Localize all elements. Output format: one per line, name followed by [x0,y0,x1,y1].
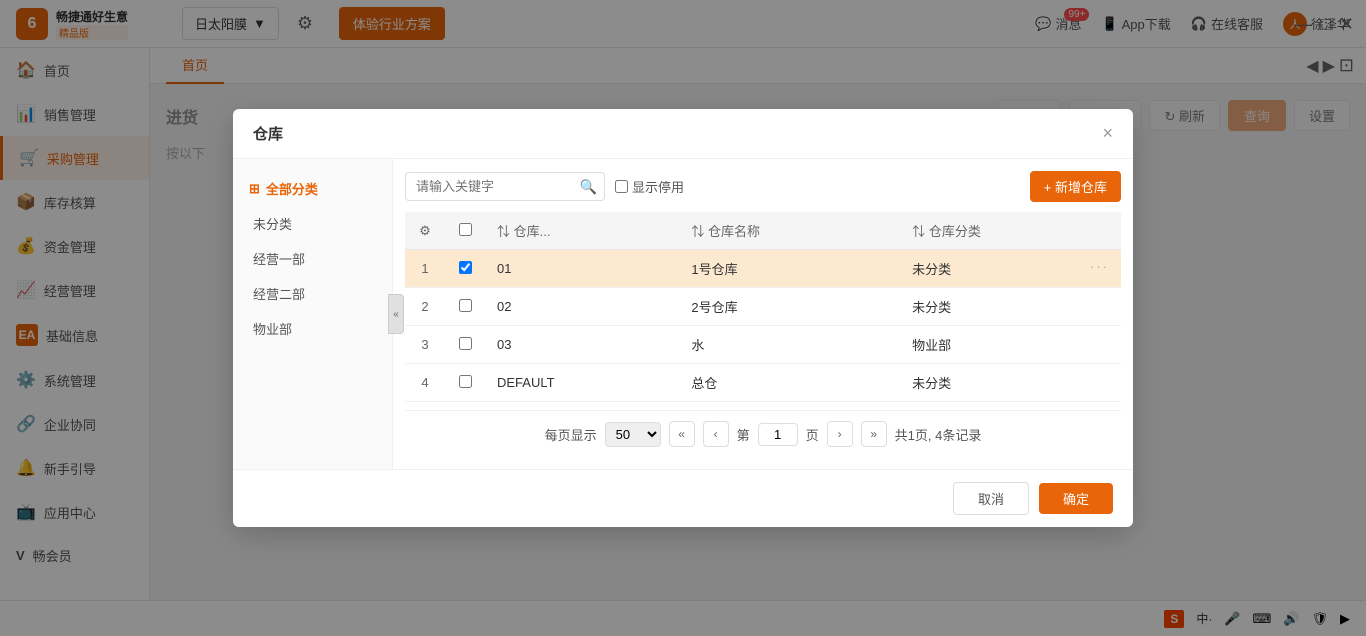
modal-overlay[interactable]: 仓库 × ⊞ 全部分类 未分类 经营一部 经营二部 物业部 « [0,0,1366,636]
warehouse-table: ⚙ ⇅ 仓库... ⇅ [405,212,1121,402]
row-name: 水 [679,326,900,364]
th-name: ⇅ 仓库名称 [679,212,900,250]
row-name: 2号仓库 [679,288,900,326]
search-input[interactable] [405,172,605,201]
collapse-arrow-icon: « [393,309,399,320]
all-categories-item[interactable]: ⊞ 全部分类 [233,171,392,206]
next-page-button[interactable]: › [827,421,853,447]
th-code: ⇅ 仓库... [485,212,679,250]
table-row[interactable]: 1 01 1号仓库 未分类··· [405,250,1121,288]
table-row[interactable]: 3 03 水 物业部 [405,326,1121,364]
search-icon[interactable]: 🔍 [580,178,597,195]
th-checkbox [445,212,485,250]
modal-header: 仓库 × [233,109,1133,159]
row-num: 3 [405,326,445,364]
sort-icon-category: ⇅ [912,224,925,239]
row-category: 物业部 [900,326,1121,364]
table-header: ⚙ ⇅ 仓库... ⇅ [405,212,1121,250]
add-warehouse-button[interactable]: + 新增仓库 [1030,171,1121,202]
gear-header-icon: ⚙ [419,223,431,238]
disabled-checkbox[interactable] [615,180,628,193]
search-wrap: 🔍 [405,172,605,201]
row-num: 4 [405,364,445,402]
row-code: 01 [485,250,679,288]
row-category: 未分类 [900,364,1121,402]
sort-icon-name: ⇅ [691,224,704,239]
page-number-input[interactable] [758,423,798,446]
cancel-button[interactable]: 取消 [953,482,1029,515]
row-checkbox[interactable] [459,299,472,312]
row-checkbox[interactable] [459,337,472,350]
table-container: ⚙ ⇅ 仓库... ⇅ [405,212,1121,402]
warehouse-modal: 仓库 × ⊞ 全部分类 未分类 经营一部 经营二部 物业部 « [233,109,1133,527]
th-num: ⚙ [405,212,445,250]
confirm-button[interactable]: 确定 [1039,483,1113,514]
row-code: 02 [485,288,679,326]
row-checkbox[interactable] [459,375,472,388]
row-actions[interactable]: ··· [1090,259,1109,274]
row-num: 1 [405,250,445,288]
collapse-sidebar-button[interactable]: « [388,294,404,334]
table-row[interactable]: 2 02 2号仓库 未分类 [405,288,1121,326]
row-name: 总仓 [679,364,900,402]
row-checkbox[interactable] [459,261,472,274]
row-checkbox-cell [445,288,485,326]
row-code: 03 [485,326,679,364]
cat-item-unclassified[interactable]: 未分类 [233,206,392,241]
modal-footer: 取消 确定 [233,469,1133,527]
category-sidebar: ⊞ 全部分类 未分类 经营一部 经营二部 物业部 « [233,159,393,469]
modal-title: 仓库 [253,123,283,144]
row-code: DEFAULT [485,364,679,402]
per-page-select[interactable]: 50 20 100 [605,422,661,447]
row-checkbox-cell [445,326,485,364]
select-all-checkbox[interactable] [459,223,472,236]
row-category: 未分类 [900,288,1121,326]
cat-item-property[interactable]: 物业部 [233,311,392,346]
row-checkbox-cell [445,250,485,288]
table-body: 1 01 1号仓库 未分类··· 2 02 2号仓库 未分类 3 03 水 物业… [405,250,1121,402]
row-name: 1号仓库 [679,250,900,288]
show-disabled-checkbox[interactable]: 显示停用 [615,177,684,196]
modal-body: ⊞ 全部分类 未分类 经营一部 经营二部 物业部 « 🔍 [233,159,1133,469]
first-page-button[interactable]: « [669,421,695,447]
table-area: 🔍 显示停用 + 新增仓库 ⚙ [393,159,1133,469]
row-checkbox-cell [445,364,485,402]
row-num: 2 [405,288,445,326]
table-toolbar: 🔍 显示停用 + 新增仓库 [405,171,1121,202]
grid-icon: ⊞ [249,181,260,197]
prev-page-button[interactable]: ‹ [703,421,729,447]
last-page-button[interactable]: » [861,421,887,447]
cat-item-dept1[interactable]: 经营一部 [233,241,392,276]
th-category: ⇅ 仓库分类 [900,212,1121,250]
table-row[interactable]: 4 DEFAULT 总仓 未分类 [405,364,1121,402]
row-category: 未分类··· [900,250,1121,288]
pagination: 每页显示 50 20 100 « ‹ 第 页 › » 共1页, 4条记录 [405,410,1121,457]
cat-item-dept2[interactable]: 经营二部 [233,276,392,311]
modal-close-button[interactable]: × [1102,123,1113,144]
sort-icon-code: ⇅ [497,224,510,239]
